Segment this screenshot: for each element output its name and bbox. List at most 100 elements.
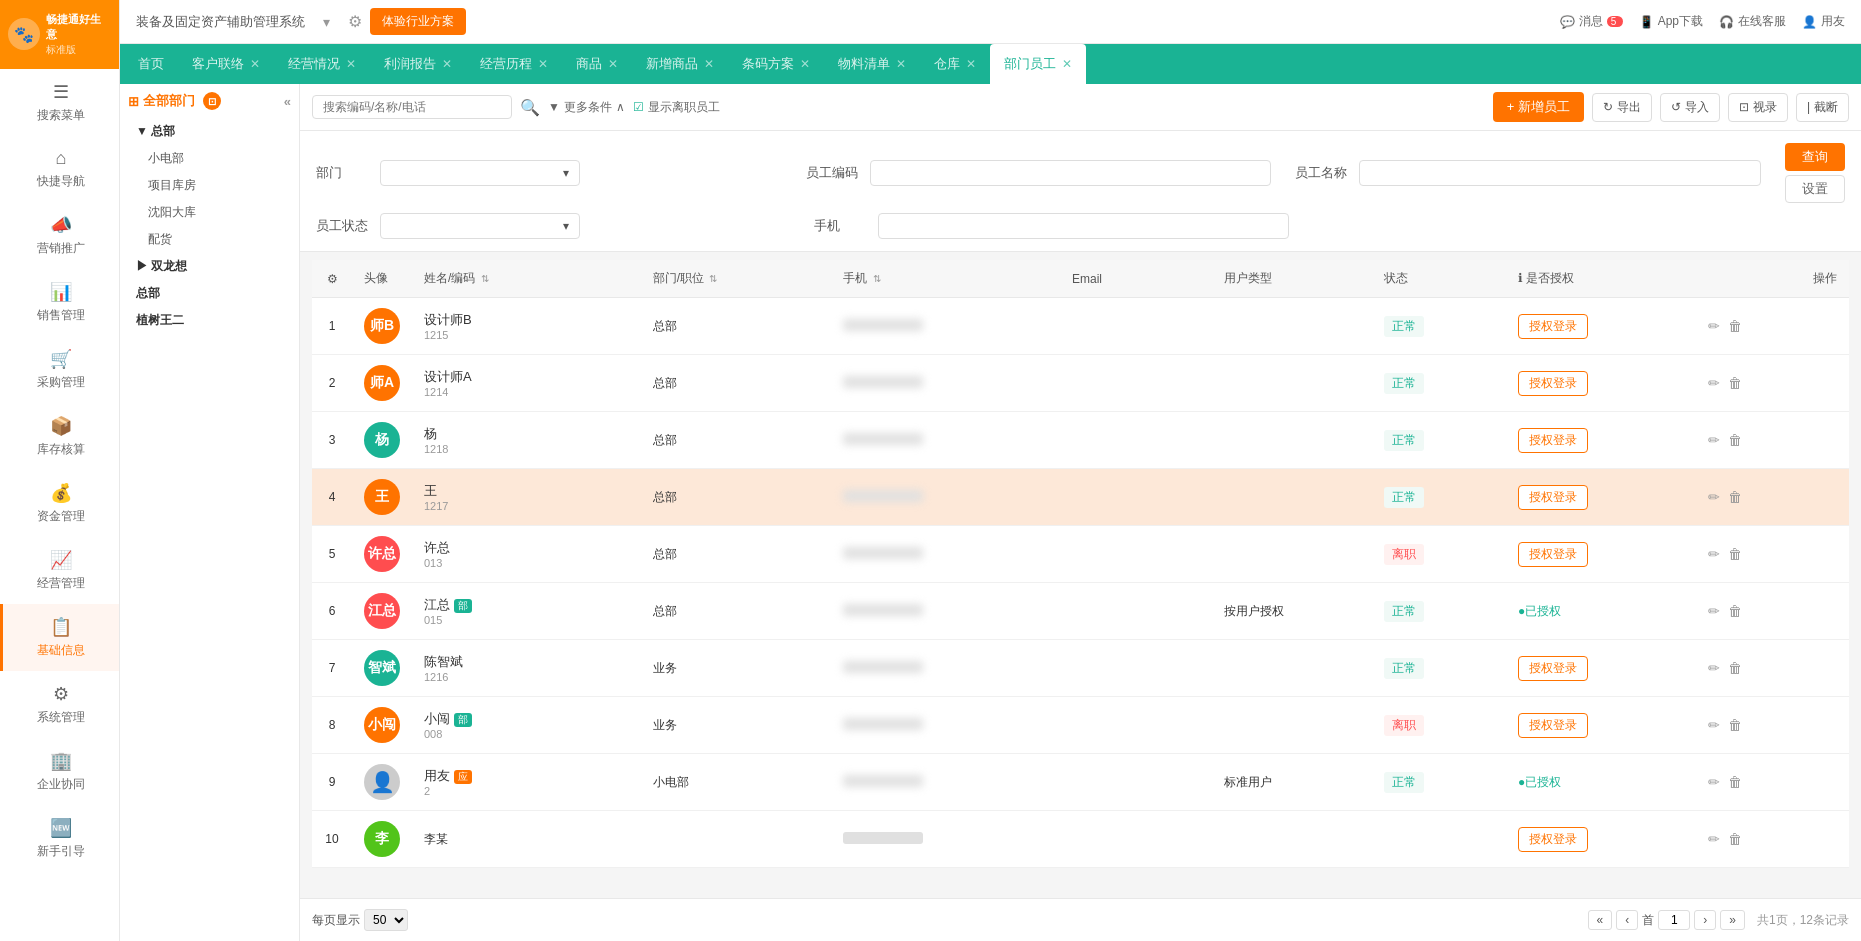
phone-sort-icon[interactable]: ⇅ [873,273,881,284]
settings-gear-btn[interactable]: ⚙ [348,12,362,31]
sidebar-item-search[interactable]: ☰ 搜索菜单 [0,69,119,136]
delete-btn-row-8[interactable]: 🗑 [1728,774,1742,790]
edit-btn-row-5[interactable]: ✏ [1708,603,1720,619]
status-select[interactable]: ▾ [380,213,580,239]
delete-btn-row-6[interactable]: 🗑 [1728,660,1742,676]
auth-btn-row-1[interactable]: 授权登录 [1518,371,1588,396]
first-page-btn[interactable]: « [1588,910,1613,930]
dept-select[interactable]: ▾ [380,160,580,186]
auth-btn-row-0[interactable]: 授权登录 [1518,314,1588,339]
search-button[interactable]: 🔍 [520,98,540,117]
sidebar-item-purchase[interactable]: 🛒 采购管理 [0,336,119,403]
tab-add-product[interactable]: 新增商品 ✕ [632,44,728,84]
tab-customer-close[interactable]: ✕ [250,57,260,71]
col-header-name[interactable]: 姓名/编码 ⇅ [412,260,641,298]
tree-item-shuanglong[interactable]: ▶ 双龙想 [128,253,291,280]
tree-item-xiaodian[interactable]: 小电部 [128,145,291,172]
search-input[interactable] [312,95,512,119]
tab-history-close[interactable]: ✕ [538,57,548,71]
reset-btn[interactable]: 设置 [1785,175,1845,203]
sidebar-item-sales[interactable]: 📊 销售管理 [0,269,119,336]
delete-btn-row-7[interactable]: 🗑 [1728,717,1742,733]
auth-btn-row-2[interactable]: 授权登录 [1518,428,1588,453]
empcode-input[interactable] [870,160,1272,186]
tab-employee[interactable]: 部门员工 ✕ [990,44,1086,84]
tab-product[interactable]: 商品 ✕ [562,44,632,84]
tab-operation[interactable]: 经营情况 ✕ [274,44,370,84]
last-page-btn[interactable]: » [1720,910,1745,930]
show-resign-toggle[interactable]: ☑ 显示离职员工 [633,99,720,116]
tree-item-project[interactable]: 项目库房 [128,172,291,199]
next-page-btn[interactable]: › [1694,910,1716,930]
sidebar-item-enterprise[interactable]: 🏢 企业协同 [0,738,119,805]
delete-btn-row-3[interactable]: 🗑 [1728,489,1742,505]
name-sort-icon[interactable]: ⇅ [481,273,489,284]
query-btn[interactable]: 查询 [1785,143,1845,171]
tab-warehouse-close[interactable]: ✕ [966,57,976,71]
delete-btn-row-5[interactable]: 🗑 [1728,603,1742,619]
tab-barcode-close[interactable]: ✕ [800,57,810,71]
edit-btn-row-8[interactable]: ✏ [1708,774,1720,790]
dept-sort-icon[interactable]: ⇅ [709,273,717,284]
per-page-select[interactable]: 50 [364,909,408,931]
auth-btn-row-4[interactable]: 授权登录 [1518,542,1588,567]
tree-item-zongbu-root[interactable]: ▼ 总部 [128,118,291,145]
sidebar-item-operation[interactable]: 📈 经营管理 [0,537,119,604]
tab-product-close[interactable]: ✕ [608,57,618,71]
tree-item-peihuo[interactable]: 配货 [128,226,291,253]
collapse-tree-btn[interactable]: « [284,94,291,109]
tab-customer[interactable]: 客户联络 ✕ [178,44,274,84]
tree-item-shenyang[interactable]: 沈阳大库 [128,199,291,226]
import-btn[interactable]: ↺ 导入 [1660,93,1720,122]
col-header-settings[interactable]: ⚙ [312,260,352,298]
sidebar-item-finance[interactable]: 💰 资金管理 [0,470,119,537]
auth-btn-row-3[interactable]: 授权登录 [1518,485,1588,510]
col-header-dept[interactable]: 部门/职位 ⇅ [641,260,832,298]
edit-btn-row-4[interactable]: ✏ [1708,546,1720,562]
edit-btn-row-2[interactable]: ✏ [1708,432,1720,448]
tab-operation-close[interactable]: ✕ [346,57,356,71]
sidebar-item-marketing[interactable]: 📣 营销推广 [0,202,119,269]
auth-btn-row-9[interactable]: 授权登录 [1518,827,1588,852]
tab-employee-close[interactable]: ✕ [1062,57,1072,71]
tab-bom[interactable]: 物料清单 ✕ [824,44,920,84]
tab-history[interactable]: 经营历程 ✕ [466,44,562,84]
more-filter-btn[interactable]: ▼ 更多条件 ∧ [548,99,625,116]
tab-barcode[interactable]: 条码方案 ✕ [728,44,824,84]
edit-btn-row-9[interactable]: ✏ [1708,831,1720,847]
sidebar-item-guide[interactable]: 🆕 新手引导 [0,805,119,872]
sidebar-item-system[interactable]: ⚙ 系统管理 [0,671,119,738]
tab-home[interactable]: 首页 [124,44,178,84]
edit-btn-row-0[interactable]: ✏ [1708,318,1720,334]
more-btn[interactable]: | 截断 [1796,93,1849,122]
message-btn[interactable]: 💬 消息 5 [1560,13,1623,30]
phone-input[interactable] [878,213,1288,239]
delete-btn-row-2[interactable]: 🗑 [1728,432,1742,448]
add-employee-btn[interactable]: + 新增员工 [1493,92,1584,122]
dropdown-btn[interactable]: ▾ [313,9,340,35]
online-service-btn[interactable]: 🎧 在线客服 [1719,13,1786,30]
auth-btn-row-6[interactable]: 授权登录 [1518,656,1588,681]
tab-warehouse[interactable]: 仓库 ✕ [920,44,990,84]
delete-btn-row-1[interactable]: 🗑 [1728,375,1742,391]
page-number-input[interactable] [1658,910,1690,930]
edit-btn-row-3[interactable]: ✏ [1708,489,1720,505]
user-btn[interactable]: 👤 用友 [1802,13,1845,30]
edit-btn-row-7[interactable]: ✏ [1708,717,1720,733]
tab-bom-close[interactable]: ✕ [896,57,906,71]
edit-btn-row-6[interactable]: ✏ [1708,660,1720,676]
view-btn[interactable]: ⊡ 视录 [1728,93,1788,122]
tree-item-zongbu[interactable]: 总部 [128,280,291,307]
empname-input[interactable] [1359,160,1761,186]
tab-add-product-close[interactable]: ✕ [704,57,714,71]
edit-btn-row-1[interactable]: ✏ [1708,375,1720,391]
delete-btn-row-4[interactable]: 🗑 [1728,546,1742,562]
tree-item-zhizhi[interactable]: 植树王二 [128,307,291,334]
prev-page-btn[interactable]: ‹ [1616,910,1638,930]
trial-btn[interactable]: 体验行业方案 [370,8,466,35]
export-btn[interactable]: ↻ 导出 [1592,93,1652,122]
tab-profit-close[interactable]: ✕ [442,57,452,71]
sidebar-item-inventory[interactable]: 📦 库存核算 [0,403,119,470]
tab-profit[interactable]: 利润报告 ✕ [370,44,466,84]
sidebar-item-basic[interactable]: 📋 基础信息 [0,604,119,671]
